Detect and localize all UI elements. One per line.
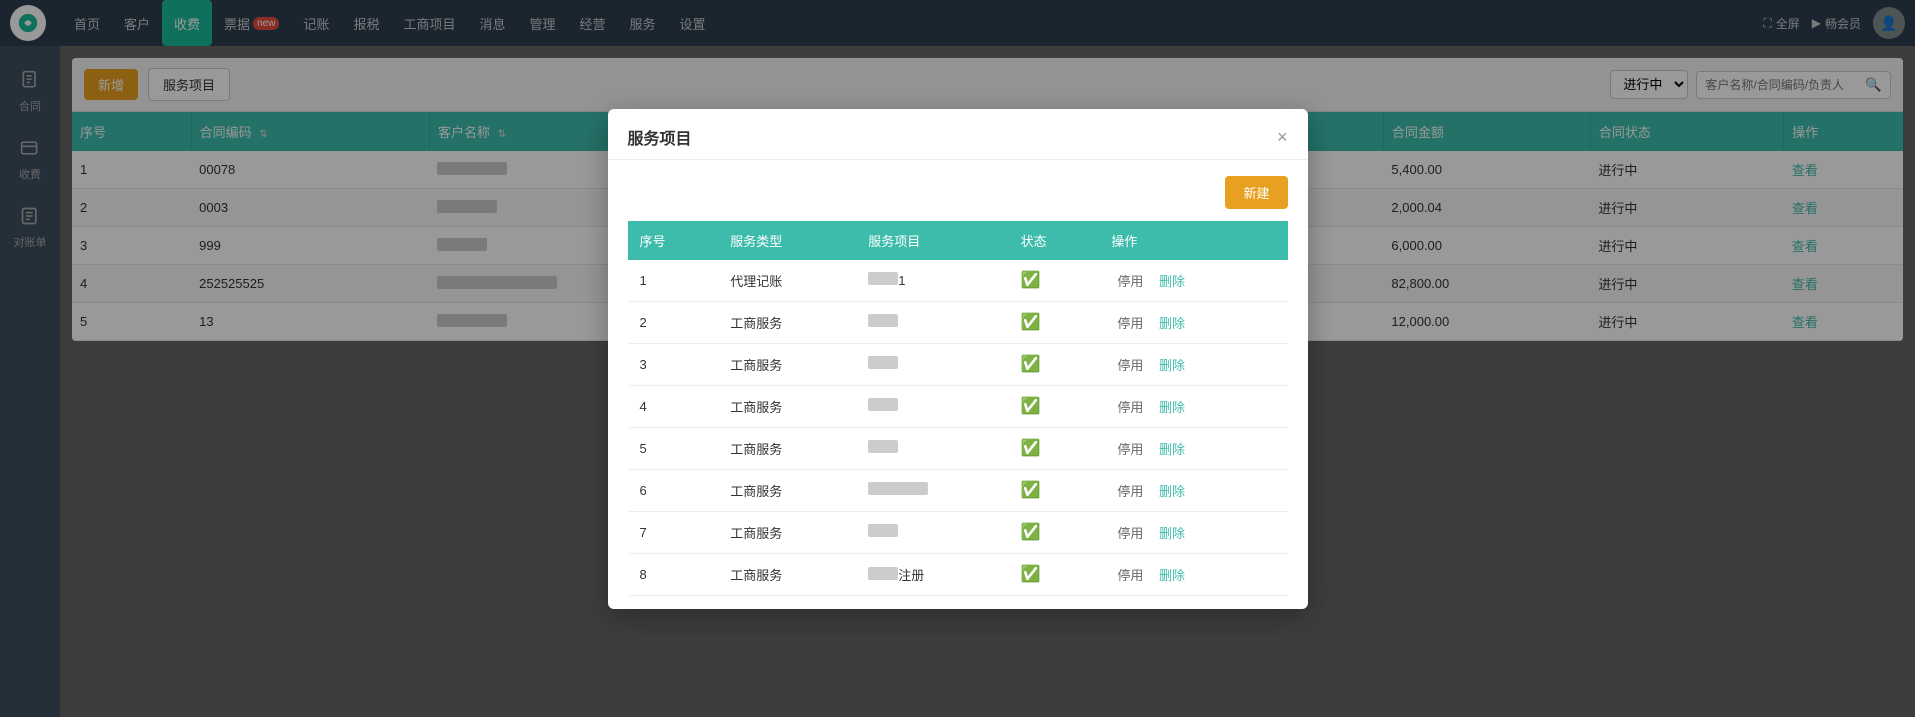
- status-check-icon: ✅: [1021, 272, 1041, 289]
- delete-button[interactable]: 删除: [1153, 437, 1191, 460]
- modal-cell-item: [856, 427, 1008, 469]
- modal-cell-status: ✅: [1009, 469, 1100, 511]
- modal-title: 服务项目: [628, 125, 692, 149]
- status-check-icon: ✅: [1021, 440, 1041, 457]
- status-check-icon: ✅: [1021, 398, 1041, 415]
- modal-cell-seq: 2: [628, 301, 719, 343]
- modal-th-seq: 序号: [628, 221, 719, 260]
- modal-cell-seq: 7: [628, 511, 719, 553]
- modal-cell-status: ✅: [1009, 385, 1100, 427]
- modal-table-header: 序号 服务类型 服务项目 状态 操作: [628, 221, 1288, 260]
- modal-cell-status: ✅: [1009, 343, 1100, 385]
- delete-button[interactable]: 删除: [1153, 311, 1191, 334]
- stop-button[interactable]: 停用: [1111, 437, 1149, 460]
- modal-cell-action: 停用 删除: [1099, 511, 1287, 553]
- stop-button[interactable]: 停用: [1111, 395, 1149, 418]
- modal-overlay: 服务项目 × 新建 序号 服务类型 服务项目 状态 操作 1 代理记账: [0, 0, 1915, 717]
- delete-button[interactable]: 删除: [1153, 521, 1191, 544]
- modal-cell-action: 停用 删除: [1099, 301, 1287, 343]
- stop-button[interactable]: 停用: [1111, 269, 1149, 292]
- delete-button[interactable]: 删除: [1153, 269, 1191, 292]
- modal-cell-seq: 5: [628, 427, 719, 469]
- delete-button[interactable]: 删除: [1153, 479, 1191, 502]
- delete-button[interactable]: 删除: [1153, 563, 1191, 586]
- modal-cell-status: ✅: [1009, 301, 1100, 343]
- modal-cell-action: 停用 删除: [1099, 427, 1287, 469]
- modal-cell-item: 1: [856, 260, 1008, 302]
- modal-th-type: 服务类型: [718, 221, 856, 260]
- modal-cell-item: 注册: [856, 553, 1008, 595]
- modal-cell-status: ✅: [1009, 427, 1100, 469]
- service-table-row: 1 代理记账 1 ✅ 停用 删除: [628, 260, 1288, 302]
- service-table-row: 7 工商服务 ✅ 停用 删除: [628, 511, 1288, 553]
- stop-button[interactable]: 停用: [1111, 479, 1149, 502]
- service-table-row: 4 工商服务 ✅ 停用 删除: [628, 385, 1288, 427]
- modal-cell-action: 停用 删除: [1099, 385, 1287, 427]
- modal-th-action: 操作: [1099, 221, 1287, 260]
- modal-cell-type: 工商服务: [718, 511, 856, 553]
- modal-th-item: 服务项目: [856, 221, 1008, 260]
- modal-cell-item: [856, 343, 1008, 385]
- service-table: 序号 服务类型 服务项目 状态 操作 1 代理记账 1 ✅ 停用 删除 2 工商…: [628, 221, 1288, 596]
- service-table-row: 2 工商服务 ✅ 停用 删除: [628, 301, 1288, 343]
- status-check-icon: ✅: [1021, 524, 1041, 541]
- modal-cell-item: [856, 301, 1008, 343]
- stop-button[interactable]: 停用: [1111, 521, 1149, 544]
- stop-button[interactable]: 停用: [1111, 563, 1149, 586]
- modal-cell-seq: 3: [628, 343, 719, 385]
- modal-cell-type: 工商服务: [718, 553, 856, 595]
- modal-cell-status: ✅: [1009, 511, 1100, 553]
- modal-cell-type: 工商服务: [718, 385, 856, 427]
- status-check-icon: ✅: [1021, 482, 1041, 499]
- modal-cell-seq: 6: [628, 469, 719, 511]
- create-service-button[interactable]: 新建: [1225, 176, 1287, 209]
- modal-cell-action: 停用 删除: [1099, 260, 1287, 302]
- modal-cell-seq: 1: [628, 260, 719, 302]
- modal-cell-type: 代理记账: [718, 260, 856, 302]
- status-check-icon: ✅: [1021, 356, 1041, 373]
- delete-button[interactable]: 删除: [1153, 395, 1191, 418]
- modal-cell-type: 工商服务: [718, 469, 856, 511]
- modal-body: 新建 序号 服务类型 服务项目 状态 操作 1 代理记账 1 ✅ 停用: [608, 160, 1308, 609]
- service-table-row: 8 工商服务 注册 ✅ 停用 删除: [628, 553, 1288, 595]
- modal-cell-type: 工商服务: [718, 301, 856, 343]
- stop-button[interactable]: 停用: [1111, 311, 1149, 334]
- modal-th-status: 状态: [1009, 221, 1100, 260]
- modal-header: 服务项目 ×: [608, 109, 1308, 160]
- service-table-row: 6 工商服务 ✅ 停用 删除: [628, 469, 1288, 511]
- modal-cell-item: [856, 469, 1008, 511]
- modal-cell-action: 停用 删除: [1099, 553, 1287, 595]
- modal-cell-item: [856, 511, 1008, 553]
- status-check-icon: ✅: [1021, 566, 1041, 583]
- delete-button[interactable]: 删除: [1153, 353, 1191, 376]
- modal-cell-item: [856, 385, 1008, 427]
- service-table-row: 5 工商服务 ✅ 停用 删除: [628, 427, 1288, 469]
- modal-cell-status: ✅: [1009, 553, 1100, 595]
- modal-cell-action: 停用 删除: [1099, 343, 1287, 385]
- modal-cell-type: 工商服务: [718, 343, 856, 385]
- service-modal: 服务项目 × 新建 序号 服务类型 服务项目 状态 操作 1 代理记账: [608, 109, 1308, 609]
- status-check-icon: ✅: [1021, 314, 1041, 331]
- modal-toolbar: 新建: [628, 176, 1288, 209]
- modal-cell-seq: 8: [628, 553, 719, 595]
- service-table-row: 3 工商服务 ✅ 停用 删除: [628, 343, 1288, 385]
- modal-cell-seq: 4: [628, 385, 719, 427]
- modal-cell-action: 停用 删除: [1099, 469, 1287, 511]
- modal-cell-type: 工商服务: [718, 427, 856, 469]
- modal-cell-status: ✅: [1009, 260, 1100, 302]
- modal-close-button[interactable]: ×: [1277, 128, 1288, 146]
- stop-button[interactable]: 停用: [1111, 353, 1149, 376]
